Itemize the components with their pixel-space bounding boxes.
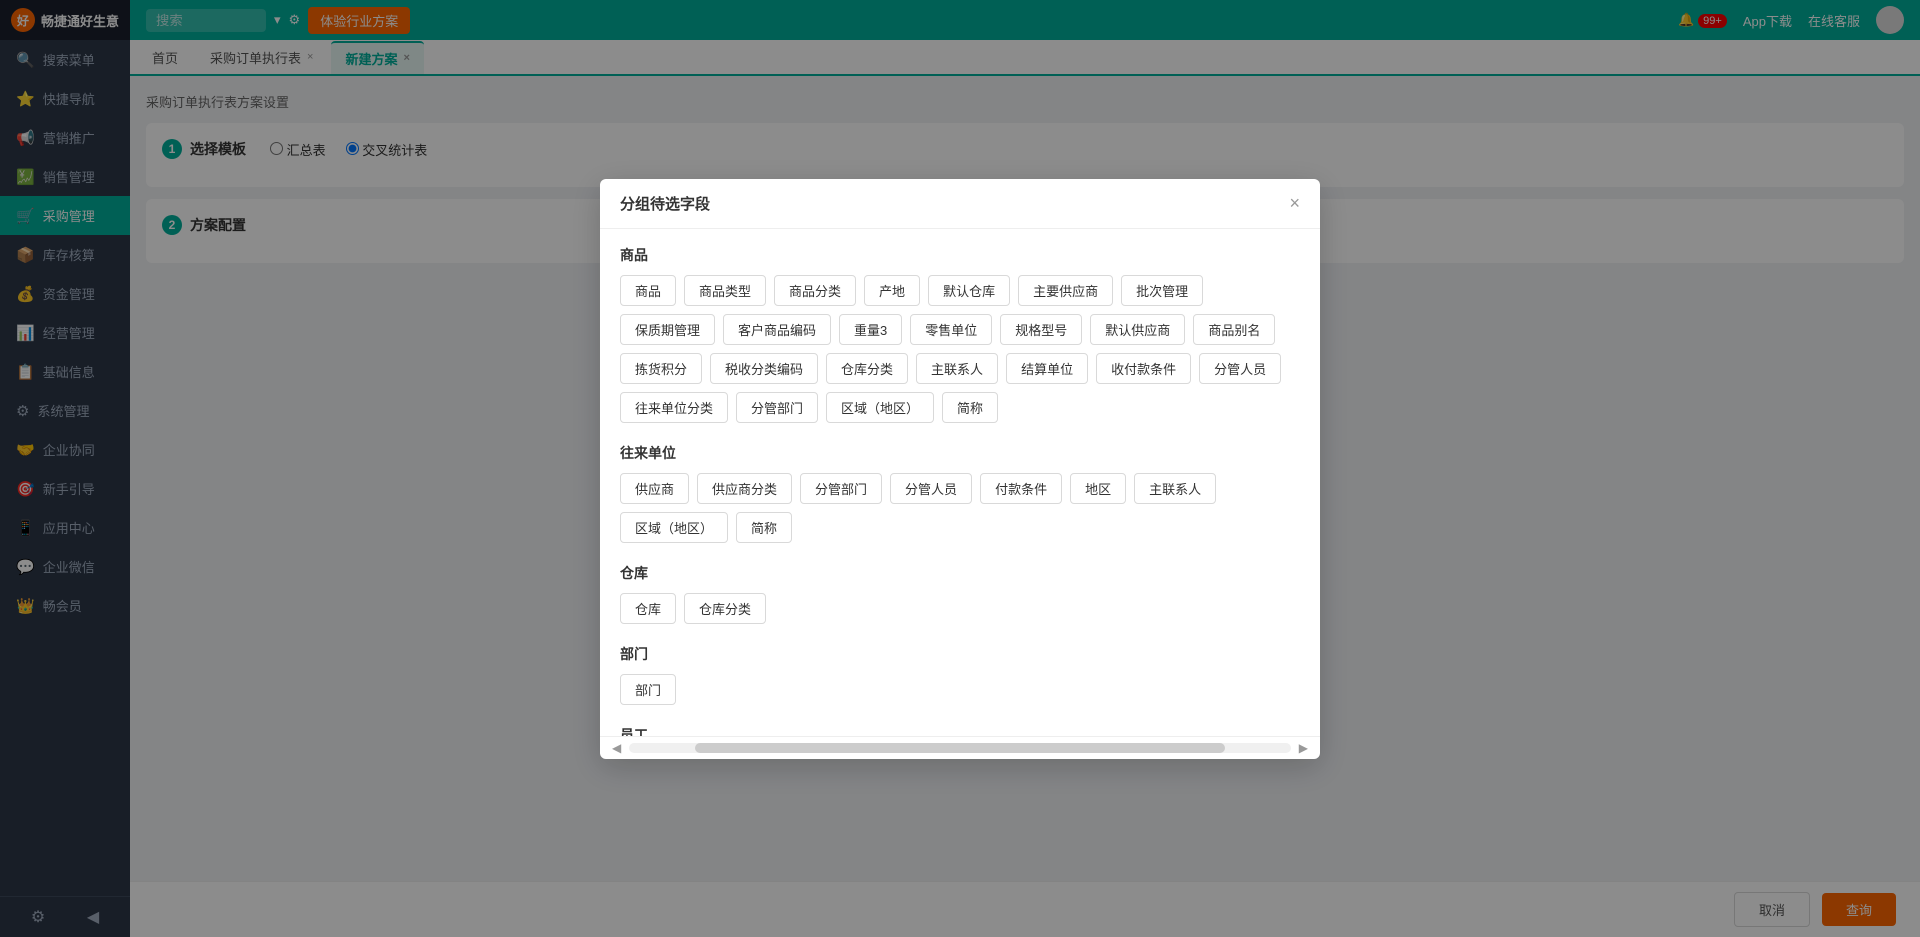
modal-close-button[interactable]: × [1289,194,1300,212]
field-tag-goods-0[interactable]: 商品 [620,275,676,306]
field-tag-partner-6[interactable]: 主联系人 [1134,473,1216,504]
field-tag-partner-1[interactable]: 供应商分类 [697,473,792,504]
field-tag-goods-16[interactable]: 仓库分类 [826,353,908,384]
field-tag-partner-5[interactable]: 地区 [1070,473,1126,504]
scroll-right-arrow[interactable]: ▶ [1295,741,1312,755]
field-select-modal: 分组待选字段 × 商品商品商品类型商品分类产地默认仓库主要供应商批次管理保质期管… [600,179,1320,759]
field-tags-warehouse: 仓库仓库分类 [620,593,1300,624]
field-section-title-goods: 商品 [620,245,1300,265]
field-tag-goods-22[interactable]: 分管部门 [736,392,818,423]
field-tag-goods-20[interactable]: 分管人员 [1199,353,1281,384]
field-tag-goods-19[interactable]: 收付款条件 [1096,353,1191,384]
field-section-title-department: 部门 [620,644,1300,664]
field-section-title-partner: 往来单位 [620,443,1300,463]
modal-header: 分组待选字段 × [600,179,1320,229]
field-section-title-employee: 员工 [620,725,1300,736]
field-tag-goods-18[interactable]: 结算单位 [1006,353,1088,384]
field-tag-goods-7[interactable]: 保质期管理 [620,314,715,345]
field-tag-warehouse-0[interactable]: 仓库 [620,593,676,624]
field-tag-goods-3[interactable]: 产地 [864,275,920,306]
field-tag-goods-10[interactable]: 零售单位 [910,314,992,345]
field-tag-goods-24[interactable]: 简称 [942,392,998,423]
modal-overlay: 分组待选字段 × 商品商品商品类型商品分类产地默认仓库主要供应商批次管理保质期管… [0,0,1920,937]
modal-footer-scroll: ◀ ▶ [600,736,1320,759]
modal-title: 分组待选字段 [620,193,710,214]
field-tag-partner-2[interactable]: 分管部门 [800,473,882,504]
modal-body: 商品商品商品类型商品分类产地默认仓库主要供应商批次管理保质期管理客户商品编码重量… [600,229,1320,736]
field-tag-goods-23[interactable]: 区域（地区） [826,392,934,423]
field-tag-goods-2[interactable]: 商品分类 [774,275,856,306]
field-tag-department-0[interactable]: 部门 [620,674,676,705]
field-tag-goods-17[interactable]: 主联系人 [916,353,998,384]
field-tag-partner-7[interactable]: 区域（地区） [620,512,728,543]
field-tag-goods-8[interactable]: 客户商品编码 [723,314,831,345]
field-tag-goods-13[interactable]: 商品别名 [1193,314,1275,345]
field-tag-goods-14[interactable]: 拣货积分 [620,353,702,384]
scroll-track[interactable] [629,743,1291,753]
field-section-title-warehouse: 仓库 [620,563,1300,583]
field-tags-department: 部门 [620,674,1300,705]
field-section-employee: 员工业务员 [620,725,1300,736]
field-tag-goods-21[interactable]: 往来单位分类 [620,392,728,423]
field-section-goods: 商品商品商品类型商品分类产地默认仓库主要供应商批次管理保质期管理客户商品编码重量… [620,245,1300,423]
field-section-department: 部门部门 [620,644,1300,705]
field-section-warehouse: 仓库仓库仓库分类 [620,563,1300,624]
field-tag-partner-0[interactable]: 供应商 [620,473,689,504]
field-tag-warehouse-1[interactable]: 仓库分类 [684,593,766,624]
field-tag-partner-4[interactable]: 付款条件 [980,473,1062,504]
field-tags-goods: 商品商品类型商品分类产地默认仓库主要供应商批次管理保质期管理客户商品编码重量3 零… [620,275,1300,423]
field-tag-goods-11[interactable]: 规格型号 [1000,314,1082,345]
field-tag-goods-4[interactable]: 默认仓库 [928,275,1010,306]
field-tag-goods-1[interactable]: 商品类型 [684,275,766,306]
field-tag-partner-3[interactable]: 分管人员 [890,473,972,504]
scroll-thumb [695,743,1224,753]
field-section-partner: 往来单位供应商供应商分类分管部门分管人员付款条件地区主联系人区域（地区） 简称 [620,443,1300,543]
field-tags-partner: 供应商供应商分类分管部门分管人员付款条件地区主联系人区域（地区） 简称 [620,473,1300,543]
field-tag-goods-15[interactable]: 税收分类编码 [710,353,818,384]
field-tag-goods-5[interactable]: 主要供应商 [1018,275,1113,306]
field-tag-goods-12[interactable]: 默认供应商 [1090,314,1185,345]
field-tag-goods-6[interactable]: 批次管理 [1121,275,1203,306]
field-tag-goods-9[interactable]: 重量3 [839,314,902,345]
scroll-left-arrow[interactable]: ◀ [608,741,625,755]
field-tag-partner-8[interactable]: 简称 [736,512,792,543]
